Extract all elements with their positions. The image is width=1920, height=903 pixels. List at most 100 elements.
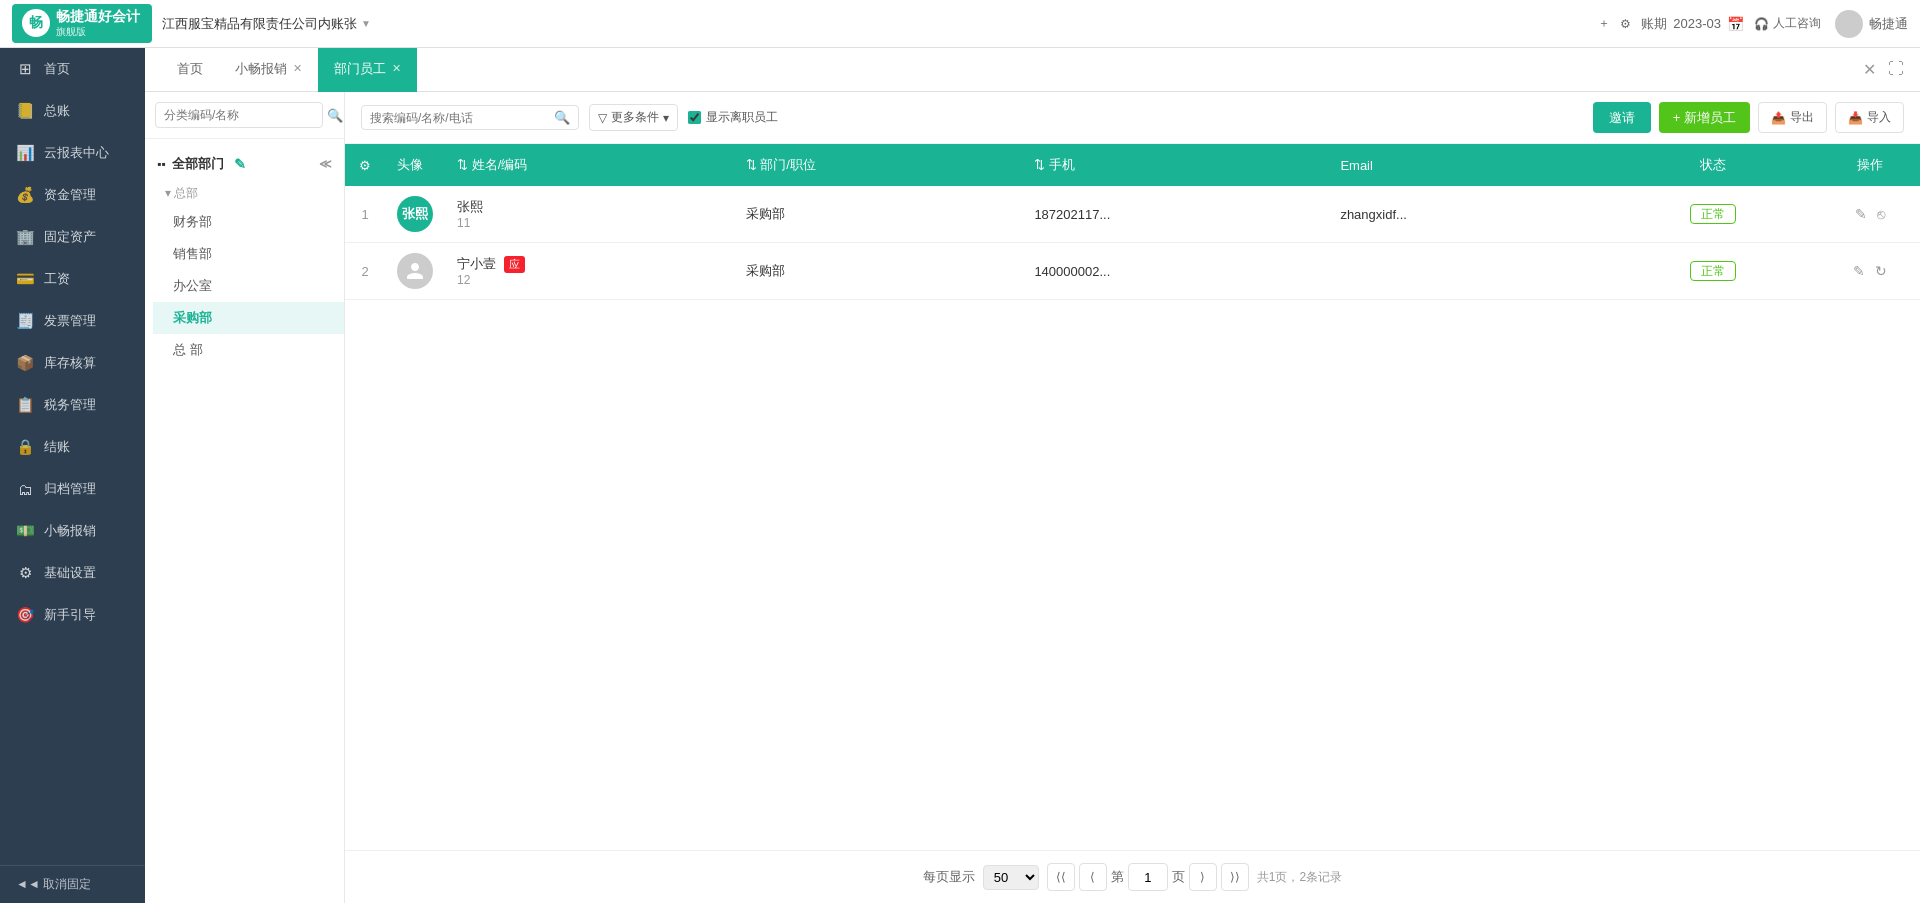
add-employee-button[interactable]: + 新增员工 xyxy=(1659,102,1750,133)
edit-icon[interactable]: ✎ xyxy=(1855,206,1867,222)
sidebar-item-close[interactable]: 🔒 结账 xyxy=(0,426,145,468)
row-status-cell: 正常 xyxy=(1606,186,1820,243)
status-badge: 正常 xyxy=(1690,204,1736,224)
expense-icon: 💵 xyxy=(16,522,34,540)
reports-icon: 📊 xyxy=(16,144,34,162)
row-actions-cell: ✎ ↻ xyxy=(1820,243,1920,300)
tab-employees[interactable]: 部门员工 ✕ xyxy=(318,48,417,92)
content-area: 首页 小畅报销 ✕ 部门员工 ✕ ✕ ⛶ 🔍 xyxy=(145,48,1920,903)
chevron-down-icon: ▾ xyxy=(663,111,669,125)
page-size-selector[interactable]: 10 20 50 100 xyxy=(983,865,1039,890)
col-dept[interactable]: ⇅ 部门/职位 xyxy=(734,144,1023,186)
tab-actions: ✕ ⛶ xyxy=(1863,60,1904,79)
col-name[interactable]: ⇅ 姓名/编码 xyxy=(445,144,734,186)
search-input[interactable] xyxy=(370,111,550,125)
sidebar-item-archive[interactable]: 🗂 归档管理 xyxy=(0,468,145,510)
edit-dept-icon[interactable]: ✎ xyxy=(234,156,246,172)
close-expense-tab[interactable]: ✕ xyxy=(293,62,302,75)
period-selector[interactable]: 账期 2023-03 📅 xyxy=(1641,15,1744,33)
table-row: 2 宁 xyxy=(345,243,1920,300)
search-icon[interactable]: 🔍 xyxy=(554,110,570,125)
invite-button[interactable]: 邀请 xyxy=(1593,102,1651,133)
archive-icon: 🗂 xyxy=(16,481,34,498)
sidebar-item-guide[interactable]: 🎯 新手引导 xyxy=(0,594,145,636)
refresh-icon[interactable]: ↻ xyxy=(1875,263,1887,279)
page-content: 🔍 ▪▪ 全部部门 ✎ ≪ ▾ 总部 xyxy=(145,92,1920,903)
more-filters-button[interactable]: ▽ 更多条件 ▾ xyxy=(589,104,678,131)
row-status-cell: 正常 xyxy=(1606,243,1820,300)
close-employees-tab[interactable]: ✕ xyxy=(392,62,401,75)
row-email-cell xyxy=(1328,243,1605,300)
row-num: 2 xyxy=(345,243,385,300)
col-settings[interactable]: ⚙ xyxy=(345,144,385,186)
page-number-input[interactable] xyxy=(1128,863,1168,891)
row-name-cell: 宁小壹 应 12 xyxy=(445,243,734,300)
dept-all-button[interactable]: ▪▪ 全部部门 ✎ ≪ xyxy=(145,147,344,181)
invoice-icon: 🧾 xyxy=(16,312,34,330)
sidebar-item-fixed-assets[interactable]: 🏢 固定资产 xyxy=(0,216,145,258)
company-selector[interactable]: 江西服宝精品有限责任公司内账张 ▼ xyxy=(162,15,1588,33)
edit-icon[interactable]: ✎ xyxy=(1853,263,1865,279)
sidebar-item-home[interactable]: ⊞ 首页 xyxy=(0,48,145,90)
main-layout: ⊞ 首页 📒 总账 📊 云报表中心 💰 资金管理 🏢 固定资产 💳 工资 🧾 发… xyxy=(0,48,1920,903)
dept-group: ▾ 总部 财务部 销售部 办公室 采购部 xyxy=(145,181,344,366)
add-button[interactable]: ＋ xyxy=(1598,15,1610,32)
sidebar-item-tax[interactable]: 📋 税务管理 xyxy=(0,384,145,426)
tab-expense[interactable]: 小畅报销 ✕ xyxy=(219,48,318,92)
dept-panel: 🔍 ▪▪ 全部部门 ✎ ≪ ▾ 总部 xyxy=(145,92,345,903)
avatar xyxy=(397,253,433,289)
dept-item-office[interactable]: 办公室 xyxy=(153,270,344,302)
col-status: 状态 xyxy=(1606,144,1820,186)
row-name-cell: 张熙 11 xyxy=(445,186,734,243)
table-row: 1 张熙 张熙 11 xyxy=(345,186,1920,243)
tab-bar: 首页 小畅报销 ✕ 部门员工 ✕ ✕ ⛶ xyxy=(145,48,1920,92)
sidebar-item-inventory[interactable]: 📦 库存核算 xyxy=(0,342,145,384)
dept-item-finance[interactable]: 财务部 xyxy=(153,206,344,238)
cancel-pin-button[interactable]: ◄◄ 取消固定 xyxy=(0,865,145,903)
dept-item-hq[interactable]: 总 部 xyxy=(153,334,344,366)
dept-search-input[interactable] xyxy=(155,102,323,128)
tab-home[interactable]: 首页 xyxy=(161,48,219,92)
settings-nav-icon: ⚙ xyxy=(16,564,34,582)
user-menu[interactable]: 畅捷通 xyxy=(1835,10,1908,38)
chevron-down-icon: ▼ xyxy=(361,18,371,29)
collapse-icon[interactable]: ≪ xyxy=(319,157,332,171)
prev-page-button[interactable]: ⟨ xyxy=(1079,863,1107,891)
first-page-button[interactable]: ⟨⟨ xyxy=(1047,863,1075,891)
sidebar-item-reports[interactable]: 📊 云报表中心 xyxy=(0,132,145,174)
export-button[interactable]: 📤 导出 xyxy=(1758,102,1827,133)
pagination: 每页显示 10 20 50 100 ⟨⟨ ⟨ 第 xyxy=(345,850,1920,903)
col-phone[interactable]: ⇅ 手机 xyxy=(1022,144,1328,186)
page-size-select[interactable]: 10 20 50 100 xyxy=(983,865,1039,890)
row-avatar-cell: 张熙 xyxy=(385,186,445,243)
show-resigned-checkbox[interactable]: 显示离职员工 xyxy=(688,109,778,126)
status-badge: 正常 xyxy=(1690,261,1736,281)
import-button[interactable]: 📥 导入 xyxy=(1835,102,1904,133)
sidebar-item-invoice[interactable]: 🧾 发票管理 xyxy=(0,300,145,342)
import-icon: 📥 xyxy=(1848,111,1863,125)
service-button[interactable]: 🎧 人工咨询 xyxy=(1754,15,1821,32)
employees-table: ⚙ 头像 ⇅ 姓名/编码 ⇅ 部门/职位 xyxy=(345,144,1920,850)
close-window-icon[interactable]: ✕ xyxy=(1863,60,1876,79)
sidebar-item-salary[interactable]: 💳 工资 xyxy=(0,258,145,300)
settings-icon[interactable]: ⚙ xyxy=(1620,17,1631,31)
fixed-assets-icon: 🏢 xyxy=(16,228,34,246)
calendar-icon[interactable]: 📅 xyxy=(1727,16,1744,32)
sidebar-item-ledger[interactable]: 📒 总账 xyxy=(0,90,145,132)
col-email: Email xyxy=(1328,144,1605,186)
next-page-button[interactable]: ⟩ xyxy=(1189,863,1217,891)
logout-icon[interactable]: ⎋ xyxy=(1877,206,1885,222)
right-content: 🔍 ▽ 更多条件 ▾ 显示离职员工 邀请 + 新增员工 xyxy=(345,92,1920,903)
avatar: 张熙 xyxy=(397,196,433,232)
dept-item-purchase[interactable]: 采购部 xyxy=(153,302,344,334)
dept-group-label: ▾ 总部 xyxy=(153,181,344,206)
maximize-icon[interactable]: ⛶ xyxy=(1888,60,1904,79)
dept-search-icon[interactable]: 🔍 xyxy=(327,108,343,123)
sidebar-item-settings[interactable]: ⚙ 基础设置 xyxy=(0,552,145,594)
dept-item-sales[interactable]: 销售部 xyxy=(153,238,344,270)
sidebar-item-funds[interactable]: 💰 资金管理 xyxy=(0,174,145,216)
sidebar-item-expense[interactable]: 💵 小畅报销 xyxy=(0,510,145,552)
last-page-button[interactable]: ⟩⟩ xyxy=(1221,863,1249,891)
close-books-icon: 🔒 xyxy=(16,438,34,456)
page-total: 共1页，2条记录 xyxy=(1257,869,1342,886)
